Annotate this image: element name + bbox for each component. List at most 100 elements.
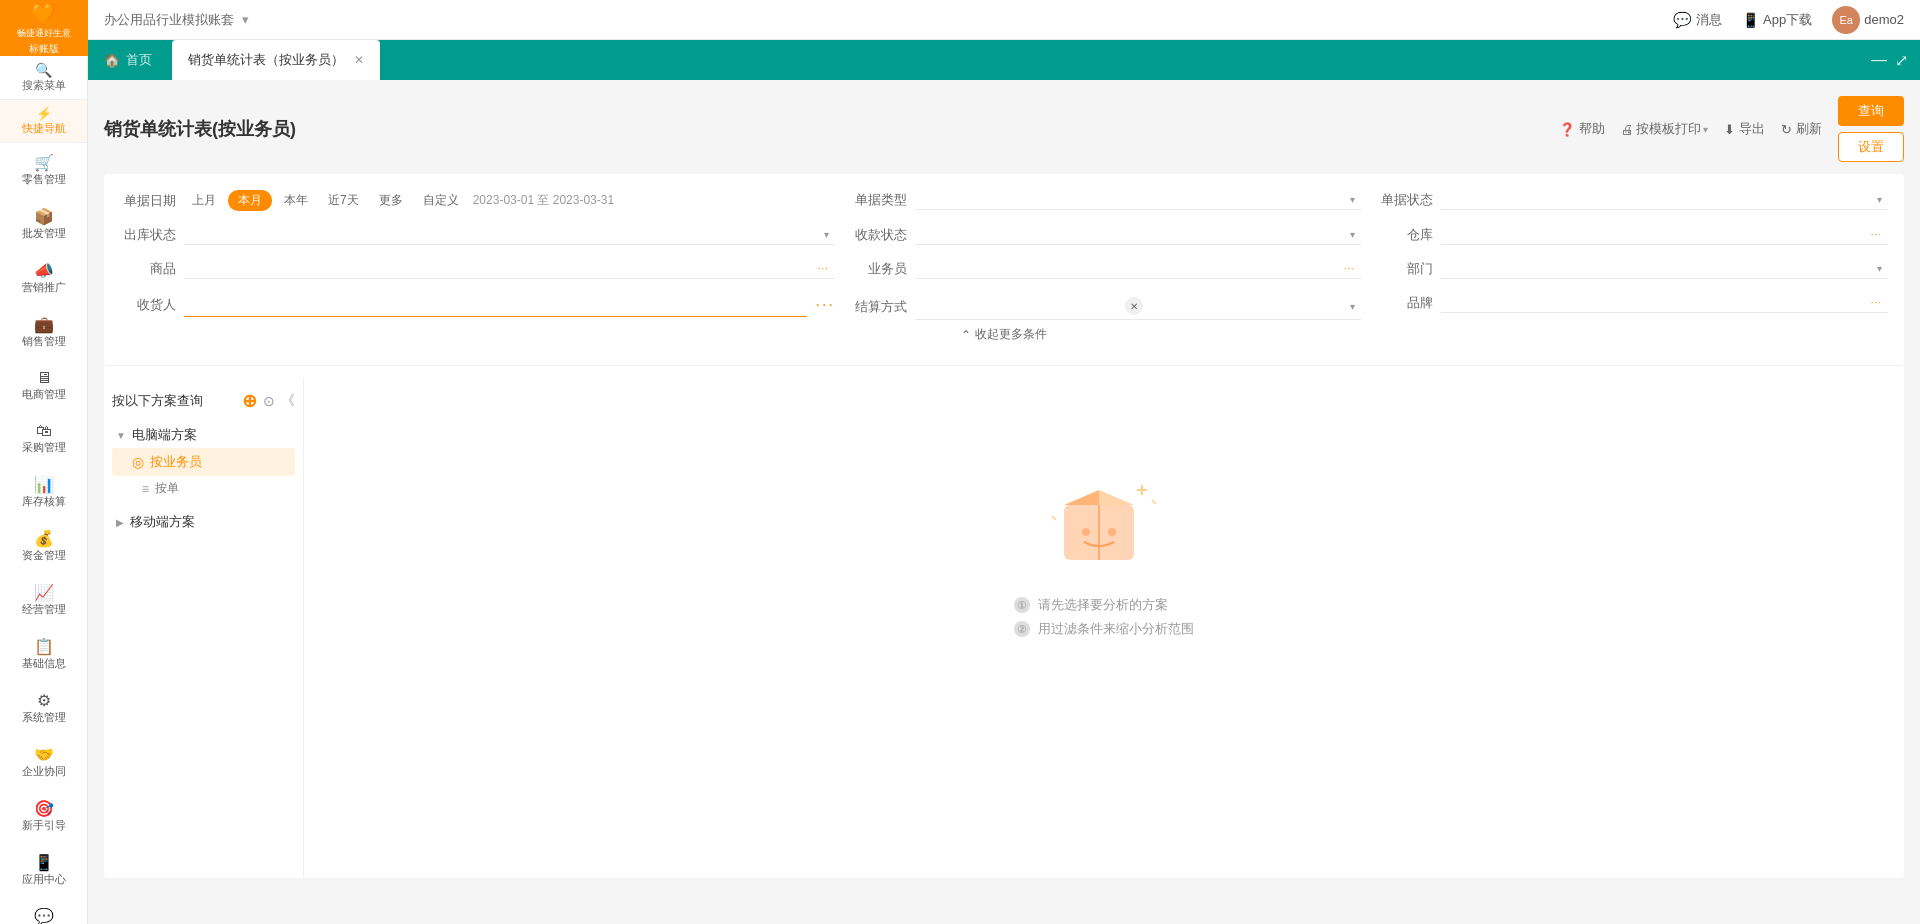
app-download-item[interactable]: 📱 App下载 <box>1742 11 1812 29</box>
tab-home[interactable]: 🏠 首页 <box>88 40 168 80</box>
query-button[interactable]: 查询 <box>1838 96 1904 126</box>
warehouse-select[interactable]: ··· <box>1441 225 1888 245</box>
empty-state-hints: ① 请先选择要分析的方案 ② 用过滤条件来缩小分析范围 <box>1014 596 1194 644</box>
sidebar-item-system[interactable]: ⚙ 系统管理 <box>0 681 87 735</box>
sidebar-item-finance[interactable]: 💰 资金管理 <box>0 519 87 573</box>
receiver-dots[interactable]: ··· <box>815 296 834 314</box>
doc-status-select[interactable]: ▾ <box>1441 190 1888 210</box>
tab-expand-icon[interactable]: ⤢ <box>1895 51 1908 70</box>
sidebar-item-operations[interactable]: 📈 经营管理 <box>0 573 87 627</box>
sidebar-item-retail[interactable]: 🛒 零售管理 <box>0 143 87 197</box>
data-panel: ① 请先选择要分析的方案 ② 用过滤条件来缩小分析范围 <box>304 378 1904 878</box>
refresh-button[interactable]: ↻ 刷新 <box>1781 120 1822 138</box>
empty-hint-2: ② 用过滤条件来缩小分析范围 <box>1014 620 1194 638</box>
wholesale-label: 批发管理 <box>22 226 66 241</box>
collapse-scheme-icon[interactable]: 《 <box>281 392 295 410</box>
action-buttons: 查询 设置 <box>1838 96 1904 162</box>
sidebar-item-sales[interactable]: 💼 销售管理 <box>0 305 87 359</box>
sidebar-item-wechat[interactable]: 💬 企业微信 <box>0 897 87 924</box>
product-label: 商品 <box>120 260 176 278</box>
logo-icon: 🧡 <box>31 1 56 25</box>
search-menu-item[interactable]: 🔍 搜索菜单 <box>0 56 87 100</box>
sidebar-item-appstore[interactable]: 📱 应用中心 <box>0 843 87 897</box>
date-tab-custom[interactable]: 自定义 <box>415 190 467 211</box>
app-logo[interactable]: 🧡 畅捷通好生意 标账版 <box>0 0 88 56</box>
receipt-status-select[interactable]: ▾ <box>915 225 1362 245</box>
tab-close-icon[interactable]: ✕ <box>354 53 364 67</box>
collapse-bar[interactable]: ⌃ 收起更多条件 <box>120 320 1888 349</box>
scheme-group-mobile-header[interactable]: ▶ 移动端方案 <box>112 509 295 535</box>
header-right-actions: 💬 消息 📱 App下载 Ea demo2 <box>1673 6 1904 34</box>
add-scheme-icon[interactable]: ⊕ <box>242 390 257 412</box>
settings-button[interactable]: 设置 <box>1838 132 1904 162</box>
print-label: 按模板打印 <box>1636 120 1701 138</box>
user-item[interactable]: Ea demo2 <box>1832 6 1904 34</box>
sub-item-order-label: 按单 <box>155 480 179 497</box>
settlement-clear-button[interactable]: ✕ <box>1125 297 1143 315</box>
svg-marker-2 <box>1099 490 1134 505</box>
ecommerce-label: 电商管理 <box>22 387 66 402</box>
quick-nav-item[interactable]: ⚡ 快捷导航 <box>0 100 87 143</box>
salesperson-dots: ··· <box>1344 263 1355 274</box>
scheme-panel: 按以下方案查询 ⊕ ⊙ 《 ▼ 电脑端方案 <box>104 378 304 878</box>
brand-select[interactable]: ··· <box>1441 293 1888 313</box>
sidebar-item-wholesale[interactable]: 📦 批发管理 <box>0 197 87 251</box>
newbie-label: 新手引导 <box>22 818 66 833</box>
sidebar-item-enterprise[interactable]: 🤝 企业协同 <box>0 735 87 789</box>
desktop-group-label: 电脑端方案 <box>132 426 197 444</box>
order-icon: ≡ <box>142 482 149 496</box>
product-select[interactable]: ··· <box>184 259 835 279</box>
date-tab-more[interactable]: 更多 <box>371 190 411 211</box>
sub-item-order[interactable]: ≡ 按单 <box>112 476 295 501</box>
enterprise-label: 企业协同 <box>22 764 66 779</box>
date-tab-this-month[interactable]: 本月 <box>228 190 272 211</box>
salesperson-select[interactable]: ··· <box>915 259 1362 279</box>
sales-icon: 💼 <box>34 315 54 334</box>
search-icon: 🔍 <box>35 62 52 78</box>
tab-minimize-icon[interactable]: — <box>1871 51 1887 69</box>
home-icon: 🏠 <box>104 53 120 68</box>
department-filter: 部门 ▾ <box>1377 259 1888 279</box>
inventory-label: 库存核算 <box>22 494 66 509</box>
message-item[interactable]: 💬 消息 <box>1673 11 1722 29</box>
sales-label: 销售管理 <box>22 334 66 349</box>
sidebar-item-ecommerce[interactable]: 🖥 电商管理 <box>0 359 87 412</box>
basics-label: 基础信息 <box>22 656 66 671</box>
avatar: Ea <box>1832 6 1860 34</box>
svg-line-9 <box>1052 516 1056 520</box>
breadcrumb-dropdown-icon[interactable]: ▾ <box>242 12 249 27</box>
department-arrow-icon: ▾ <box>1877 263 1882 274</box>
print-button[interactable]: 🖨 按模板打印 ▾ <box>1621 120 1708 138</box>
date-tab-7days[interactable]: 近7天 <box>320 190 367 211</box>
empty-hint-1: ① 请先选择要分析的方案 <box>1014 596 1194 614</box>
system-label: 系统管理 <box>22 710 66 725</box>
export-button[interactable]: ⬇ 导出 <box>1724 120 1765 138</box>
sidebar-item-basics[interactable]: 📋 基础信息 <box>0 627 87 681</box>
warehouse-dots: ··· <box>1871 229 1882 240</box>
settlement-arrow-icon: ▾ <box>1350 301 1355 312</box>
sidebar-item-marketing[interactable]: 📣 营销推广 <box>0 251 87 305</box>
tab-sales-stat-label: 销货单统计表（按业务员） <box>188 51 344 69</box>
doc-type-select[interactable]: ▾ <box>915 190 1362 210</box>
receiver-input[interactable] <box>184 293 807 317</box>
salesperson-label: 业务员 <box>851 260 907 278</box>
department-select[interactable]: ▾ <box>1441 259 1888 279</box>
tab-sales-stat[interactable]: 销货单统计表（按业务员） ✕ <box>172 40 380 80</box>
scheme-item-salesperson[interactable]: ◎ 按业务员 <box>112 448 295 476</box>
wholesale-icon: 📦 <box>34 207 54 226</box>
settings-scheme-icon[interactable]: ⊙ <box>263 393 275 409</box>
operations-label: 经营管理 <box>22 602 66 617</box>
scheme-group-desktop-header[interactable]: ▼ 电脑端方案 <box>112 422 295 448</box>
sidebar-item-purchase[interactable]: 🛍 采购管理 <box>0 412 87 465</box>
date-tab-prev-month[interactable]: 上月 <box>184 190 224 211</box>
help-button[interactable]: ❓ 帮助 <box>1559 120 1605 138</box>
date-tab-this-year[interactable]: 本年 <box>276 190 316 211</box>
out-status-select[interactable]: ▾ <box>184 225 835 245</box>
sidebar-item-newbie[interactable]: 🎯 新手引导 <box>0 789 87 843</box>
department-label: 部门 <box>1377 260 1433 278</box>
avatar-image-placeholder: Ea <box>1840 14 1853 26</box>
settlement-select[interactable]: ✕ ▾ <box>915 293 1362 320</box>
print-dropdown-icon: ▾ <box>1703 124 1708 135</box>
enterprise-icon: 🤝 <box>34 745 54 764</box>
sidebar-item-inventory[interactable]: 📊 库存核算 <box>0 465 87 519</box>
